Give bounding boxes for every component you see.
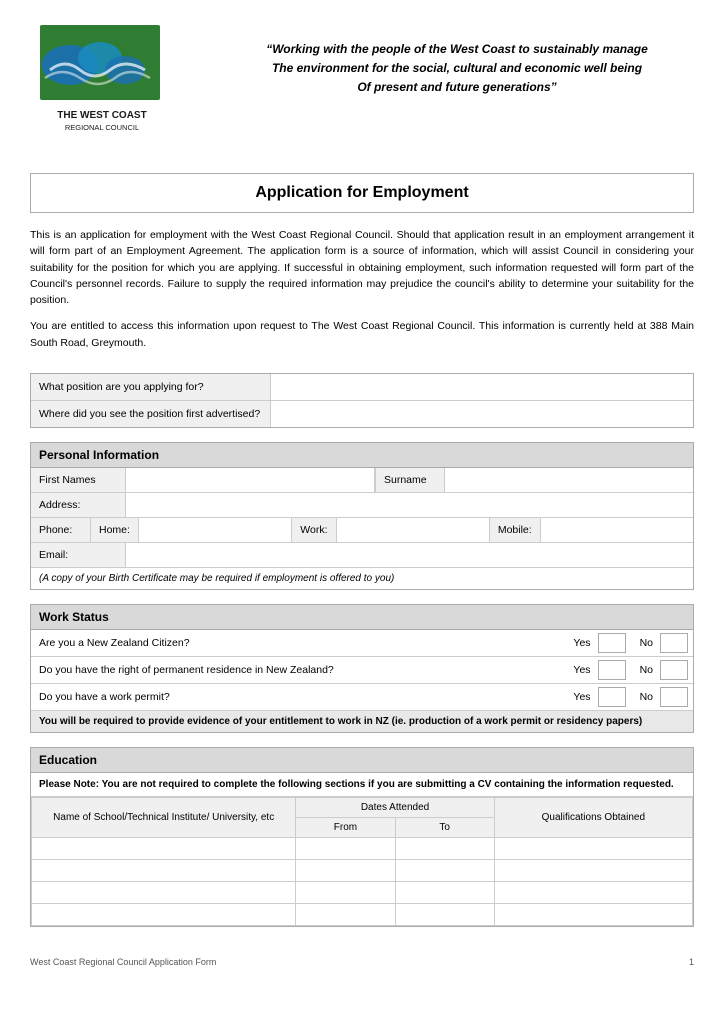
- ws-no-3: No: [631, 684, 693, 710]
- edu-notice: Please Note: You are not required to com…: [31, 773, 693, 797]
- ws-no-2: No: [631, 657, 693, 683]
- edu-col3-header: Qualifications Obtained: [494, 797, 692, 837]
- ws-label-1: Are you a New Zealand Citizen?: [31, 632, 564, 654]
- edu-to-header: To: [395, 817, 494, 837]
- ws-row-1: Are you a New Zealand Citizen? Yes No: [31, 630, 693, 657]
- home-label: Home:: [91, 518, 139, 542]
- ws-yes-2: Yes: [564, 657, 630, 683]
- ws-row-3: Do you have a work permit? Yes No: [31, 684, 693, 711]
- ws-no-1: No: [631, 630, 693, 656]
- org-logo: THE WEST COAST REGIONAL COUNCIL: [30, 20, 175, 150]
- no-checkbox-3[interactable]: [660, 687, 688, 707]
- address-input[interactable]: [126, 493, 693, 517]
- no-checkbox-2[interactable]: [660, 660, 688, 680]
- tagline: “Working with the people of the West Coa…: [200, 20, 694, 98]
- edu-from-4[interactable]: [296, 903, 395, 925]
- yes-label-3: Yes: [569, 689, 594, 705]
- page-footer: West Coast Regional Council Application …: [30, 957, 694, 967]
- position-section: What position are you applying for? Wher…: [30, 373, 694, 428]
- home-phone-input[interactable]: [139, 518, 292, 542]
- position-row-2: Where did you see the position first adv…: [31, 401, 693, 427]
- edu-notice-text: Please Note: You are not required to com…: [39, 779, 674, 790]
- form-title-box: Application for Employment: [30, 173, 694, 213]
- surname-label: Surname: [375, 468, 445, 492]
- address-row: Address:: [31, 493, 693, 518]
- first-names-input[interactable]: [126, 468, 375, 492]
- edu-qual-2[interactable]: [494, 859, 692, 881]
- birth-cert-note: (A copy of your Birth Certificate may be…: [31, 568, 693, 589]
- edu-from-1[interactable]: [296, 837, 395, 859]
- edu-school-4[interactable]: [32, 903, 296, 925]
- svg-text:THE WEST COAST: THE WEST COAST: [57, 110, 146, 121]
- personal-info-section: Personal Information First Names Surname…: [30, 442, 694, 590]
- logo-container: THE WEST COAST REGIONAL COUNCIL: [30, 20, 200, 153]
- edu-to-1[interactable]: [395, 837, 494, 859]
- education-header: Education: [31, 748, 693, 773]
- edu-to-3[interactable]: [395, 881, 494, 903]
- address-label: Address:: [31, 493, 126, 517]
- edu-from-3[interactable]: [296, 881, 395, 903]
- names-row: First Names Surname: [31, 468, 693, 493]
- position-label-2: Where did you see the position first adv…: [31, 401, 271, 427]
- footer-left: West Coast Regional Council Application …: [30, 957, 216, 967]
- ws-notice: You will be required to provide evidence…: [31, 711, 693, 732]
- email-input[interactable]: [126, 543, 693, 567]
- mobile-label: Mobile:: [490, 518, 541, 542]
- email-label: Email:: [31, 543, 126, 567]
- edu-from-header: From: [296, 817, 395, 837]
- position-row-1: What position are you applying for?: [31, 374, 693, 401]
- edu-qual-4[interactable]: [494, 903, 692, 925]
- form-title: Application for Employment: [41, 184, 683, 202]
- edu-school-2[interactable]: [32, 859, 296, 881]
- edu-qual-1[interactable]: [494, 837, 692, 859]
- position-value-2[interactable]: [271, 401, 693, 427]
- phone-row: Phone: Home: Work: Mobile:: [31, 518, 693, 543]
- work-status-header: Work Status: [31, 605, 693, 630]
- edu-col1-header: Name of School/Technical Institute/ Univ…: [32, 797, 296, 837]
- edu-qual-3[interactable]: [494, 881, 692, 903]
- edu-row-4: [32, 903, 693, 925]
- edu-from-2[interactable]: [296, 859, 395, 881]
- education-section: Education Please Note: You are not requi…: [30, 747, 694, 927]
- edu-row-1: [32, 837, 693, 859]
- phone-label: Phone:: [31, 518, 91, 542]
- position-label-1: What position are you applying for?: [31, 374, 271, 400]
- no-label-3: No: [636, 689, 657, 705]
- ws-label-2: Do you have the right of permanent resid…: [31, 659, 564, 681]
- edu-row-3: [32, 881, 693, 903]
- page-header: THE WEST COAST REGIONAL COUNCIL “Working…: [30, 20, 694, 153]
- yes-checkbox-3[interactable]: [598, 687, 626, 707]
- email-row: Email:: [31, 543, 693, 568]
- intro-para2: You are entitled to access this informat…: [30, 318, 694, 351]
- personal-info-header: Personal Information: [31, 443, 693, 468]
- work-label: Work:: [292, 518, 336, 542]
- surname-input[interactable]: [445, 468, 693, 492]
- edu-row-2: [32, 859, 693, 881]
- edu-school-3[interactable]: [32, 881, 296, 903]
- no-label-1: No: [636, 635, 657, 651]
- yes-label-1: Yes: [569, 635, 594, 651]
- no-label-2: No: [636, 662, 657, 678]
- edu-dates-header: Dates Attended: [296, 797, 494, 817]
- ws-yes-1: Yes: [564, 630, 630, 656]
- footer-right: 1: [689, 957, 694, 967]
- work-phone-input[interactable]: [337, 518, 490, 542]
- edu-to-2[interactable]: [395, 859, 494, 881]
- no-checkbox-1[interactable]: [660, 633, 688, 653]
- first-names-label: First Names: [31, 468, 126, 492]
- ws-yes-3: Yes: [564, 684, 630, 710]
- mobile-phone-input[interactable]: [541, 518, 693, 542]
- yes-checkbox-2[interactable]: [598, 660, 626, 680]
- yes-label-2: Yes: [569, 662, 594, 678]
- intro-para1: This is an application for employment wi…: [30, 227, 694, 308]
- position-value-1[interactable]: [271, 374, 693, 400]
- edu-school-1[interactable]: [32, 837, 296, 859]
- edu-to-4[interactable]: [395, 903, 494, 925]
- education-table: Name of School/Technical Institute/ Univ…: [31, 797, 693, 926]
- yes-checkbox-1[interactable]: [598, 633, 626, 653]
- work-status-section: Work Status Are you a New Zealand Citize…: [30, 604, 694, 733]
- ws-label-3: Do you have a work permit?: [31, 686, 564, 708]
- ws-row-2: Do you have the right of permanent resid…: [31, 657, 693, 684]
- svg-text:REGIONAL COUNCIL: REGIONAL COUNCIL: [65, 123, 139, 132]
